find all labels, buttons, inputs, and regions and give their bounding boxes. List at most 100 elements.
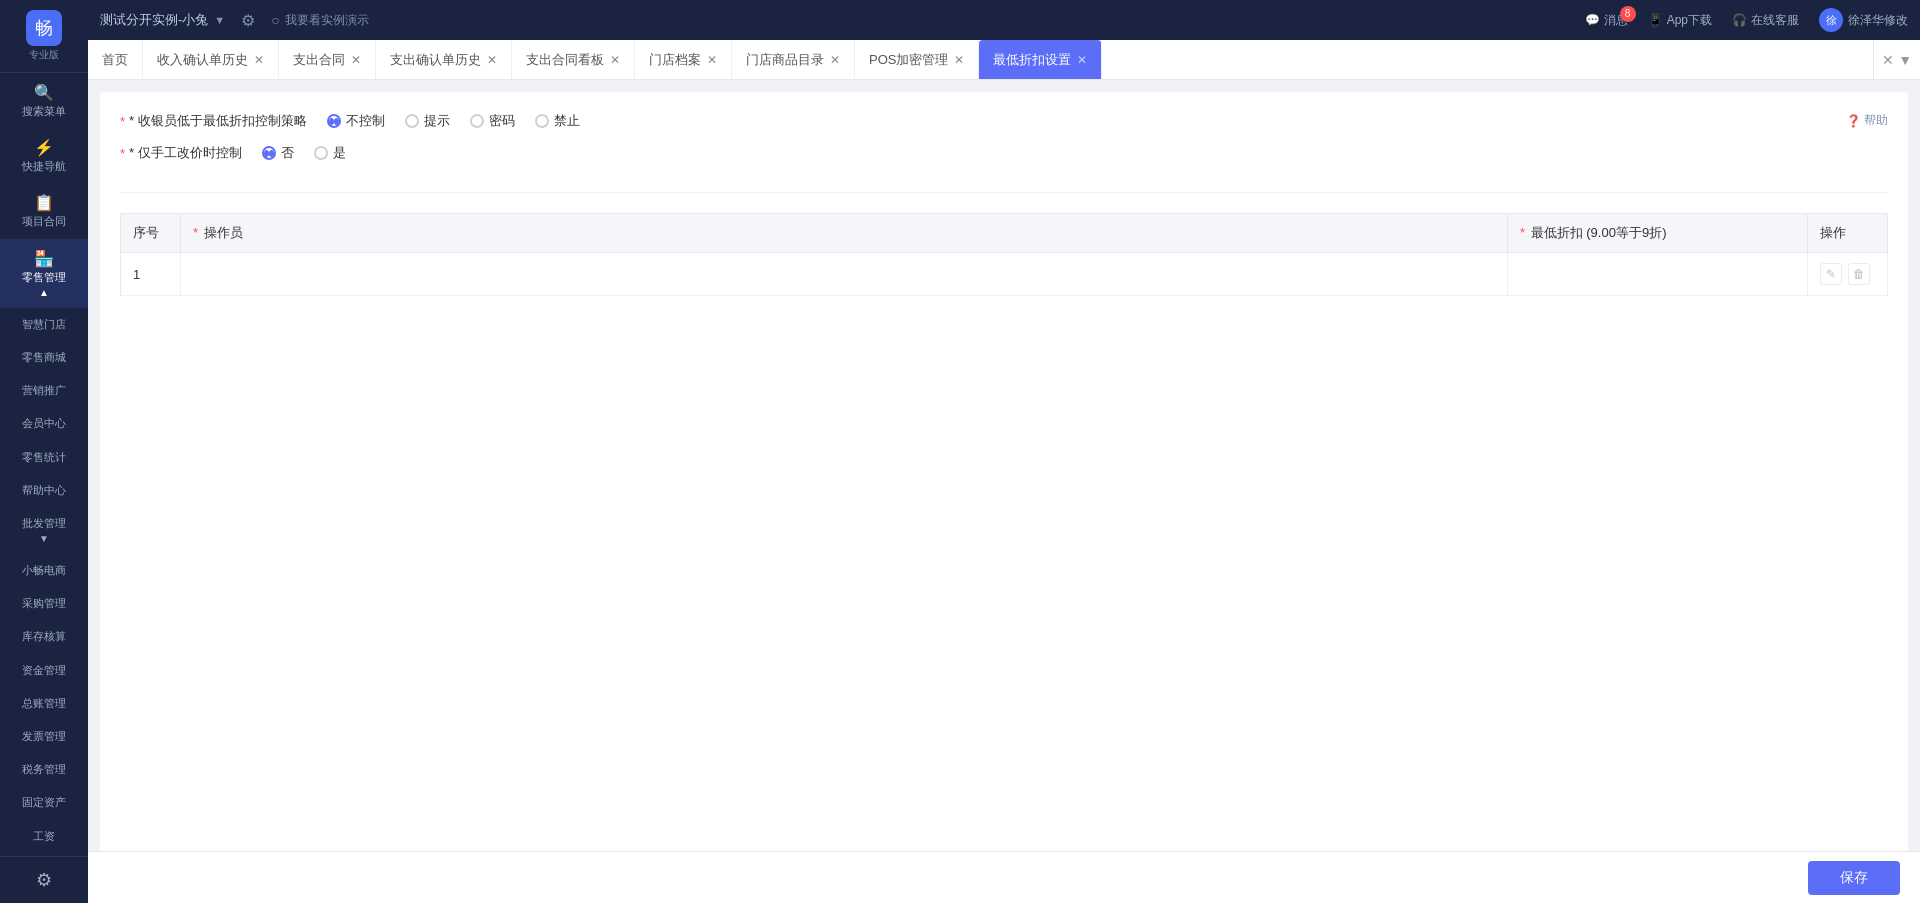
tab-min-discount-close[interactable]: ✕ bbox=[1077, 53, 1087, 67]
retail-mgmt-icon: 🏪 bbox=[34, 249, 54, 268]
online-service-button[interactable]: 🎧 在线客服 bbox=[1732, 12, 1799, 29]
project-selector[interactable]: 测试分开实例-小兔 ▼ bbox=[100, 11, 225, 29]
tabs-bar: 首页 收入确认单历史 ✕ 支出合同 ✕ 支出确认单历史 ✕ 支出合同看板 ✕ 门… bbox=[88, 40, 1920, 80]
tab-payment-board-close[interactable]: ✕ bbox=[610, 53, 620, 67]
manual-price-radio-group: 否 是 bbox=[262, 144, 346, 162]
tab-pos-password[interactable]: POS加密管理 ✕ bbox=[855, 40, 979, 80]
page-card: ❓ 帮助 * * 收银员低于最低折扣控制策略 不控制 bbox=[100, 92, 1908, 855]
tab-income-history-label: 收入确认单历史 bbox=[157, 51, 248, 69]
messages-badge: 8 bbox=[1620, 6, 1636, 22]
tab-store-archive[interactable]: 门店档案 ✕ bbox=[635, 40, 732, 80]
sidebar-item-retail-mgmt[interactable]: 🏪 零售管理 ▲ bbox=[0, 239, 88, 308]
tab-income-history-close[interactable]: ✕ bbox=[254, 53, 264, 67]
manual-price-row: * * 仅手工改价时控制 否 是 bbox=[120, 144, 1888, 162]
online-service-label: 在线客服 bbox=[1751, 12, 1799, 29]
col-header-seq: 序号 bbox=[121, 214, 181, 253]
radio-password[interactable]: 密码 bbox=[470, 112, 515, 130]
sidebar-item-invoice-mgmt[interactable]: 发票管理 bbox=[0, 720, 88, 753]
sidebar-item-ecommerce[interactable]: 小畅电商 bbox=[0, 554, 88, 587]
sidebar-item-label-wholesale: 批发管理 bbox=[22, 517, 66, 530]
help-label: 帮助 bbox=[1864, 112, 1888, 129]
sidebar-item-label-finance: 资金管理 bbox=[22, 664, 66, 677]
sidebar-item-marketing[interactable]: 营销推广 bbox=[0, 374, 88, 407]
tab-pos-password-close[interactable]: ✕ bbox=[954, 53, 964, 67]
tab-min-discount-label: 最低折扣设置 bbox=[993, 51, 1071, 69]
radio-hint-circle bbox=[405, 114, 419, 128]
tab-store-goods-close[interactable]: ✕ bbox=[830, 53, 840, 67]
sidebar-item-wholesale-mgmt[interactable]: 批发管理 ▼ bbox=[0, 507, 88, 554]
tab-list-icon[interactable]: ▼ bbox=[1898, 52, 1912, 68]
radio-manual-no[interactable]: 否 bbox=[262, 144, 294, 162]
tab-income-history[interactable]: 收入确认单历史 ✕ bbox=[143, 40, 279, 80]
settings-icon[interactable]: ⚙ bbox=[36, 869, 52, 891]
content-area: ❓ 帮助 * * 收银员低于最低折扣控制策略 不控制 bbox=[88, 80, 1920, 903]
sidebar-item-accounting[interactable]: 总账管理 bbox=[0, 687, 88, 720]
sidebar-item-label-tax: 税务管理 bbox=[22, 763, 66, 776]
help-button[interactable]: ❓ 帮助 bbox=[1846, 112, 1888, 129]
tab-min-discount[interactable]: 最低折扣设置 ✕ bbox=[979, 40, 1102, 80]
tab-payment-contract[interactable]: 支出合同 ✕ bbox=[279, 40, 376, 80]
avatar: 徐 bbox=[1819, 8, 1843, 32]
app-download-button[interactable]: 📱 App下载 bbox=[1648, 12, 1712, 29]
messages-button[interactable]: 💬 消息 8 bbox=[1585, 12, 1628, 29]
sidebar-item-finance[interactable]: 资金管理 bbox=[0, 654, 88, 687]
sidebar-item-label-accounting: 总账管理 bbox=[22, 697, 66, 710]
demo-link[interactable]: ○ 我要看实例演示 bbox=[271, 12, 368, 29]
tab-payment-board-label: 支出合同看板 bbox=[526, 51, 604, 69]
radio-no-control[interactable]: 不控制 bbox=[327, 112, 385, 130]
col-discount-required: * bbox=[1520, 225, 1529, 240]
radio-manual-yes[interactable]: 是 bbox=[314, 144, 346, 162]
sidebar-item-label-retail-stats: 零售统计 bbox=[22, 451, 66, 464]
tabs-controls: ✕ ▼ bbox=[1873, 40, 1920, 80]
tab-payment-contract-close[interactable]: ✕ bbox=[351, 53, 361, 67]
table-body: 1 ✎ 🗑 bbox=[121, 253, 1888, 296]
app-download-label: App下载 bbox=[1667, 12, 1712, 29]
tab-store-goods[interactable]: 门店商品目录 ✕ bbox=[732, 40, 855, 80]
quicknav-icon: ⚡ bbox=[34, 138, 54, 157]
form-section: * * 收银员低于最低折扣控制策略 不控制 提示 bbox=[120, 112, 1888, 193]
radio-manual-yes-circle bbox=[314, 146, 328, 160]
discount-policy-radio-group: 不控制 提示 密码 禁止 bbox=[327, 112, 580, 130]
delete-button-1[interactable]: 🗑 bbox=[1848, 263, 1870, 285]
sidebar-item-retail-mall[interactable]: 零售商城 bbox=[0, 341, 88, 374]
sidebar-item-label-retail-mall: 零售商城 bbox=[22, 351, 66, 364]
tab-store-archive-label: 门店档案 bbox=[649, 51, 701, 69]
save-button[interactable]: 保存 bbox=[1808, 861, 1900, 895]
sidebar-item-search[interactable]: 🔍 搜索菜单 bbox=[0, 73, 88, 128]
user-menu[interactable]: 徐 徐泽华修改 bbox=[1819, 8, 1908, 32]
download-icon: 📱 bbox=[1648, 13, 1663, 27]
tab-home[interactable]: 首页 bbox=[88, 40, 143, 80]
sidebar-item-help-center[interactable]: 帮助中心 bbox=[0, 474, 88, 507]
demo-icon: ○ bbox=[271, 12, 279, 28]
sidebar-item-purchase-mgmt[interactable]: 采购管理 bbox=[0, 587, 88, 620]
sidebar-item-retail-stats[interactable]: 零售统计 bbox=[0, 441, 88, 474]
sidebar-item-label-search: 搜索菜单 bbox=[22, 105, 66, 118]
topbar: 测试分开实例-小兔 ▼ ⚙ ○ 我要看实例演示 💬 消息 8 📱 App下载 🎧… bbox=[88, 0, 1920, 40]
sidebar-item-fixed-assets[interactable]: 固定资产 bbox=[0, 786, 88, 819]
radio-hint[interactable]: 提示 bbox=[405, 112, 450, 130]
sidebar-item-label-purchase: 采购管理 bbox=[22, 597, 66, 610]
tab-payment-board[interactable]: 支出合同看板 ✕ bbox=[512, 40, 635, 80]
sidebar-item-tax-mgmt[interactable]: 税务管理 bbox=[0, 753, 88, 786]
service-icon: 🎧 bbox=[1732, 13, 1747, 27]
tab-payment-history-close[interactable]: ✕ bbox=[487, 53, 497, 67]
sidebar-item-inventory[interactable]: 库存核算 bbox=[0, 620, 88, 653]
message-icon: 💬 bbox=[1585, 13, 1600, 27]
sidebar-item-project-contract[interactable]: 📋 项目合同 bbox=[0, 183, 88, 238]
sidebar-item-label-quicknav: 快捷导航 bbox=[22, 160, 66, 173]
edit-button-1[interactable]: ✎ bbox=[1820, 263, 1842, 285]
project-name: 测试分开实例-小兔 bbox=[100, 11, 208, 29]
action-buttons-1: ✎ 🗑 bbox=[1820, 263, 1875, 285]
sidebar-item-quicknav[interactable]: ⚡ 快捷导航 bbox=[0, 128, 88, 183]
topbar-settings-button[interactable]: ⚙ bbox=[241, 11, 255, 30]
tab-pos-password-label: POS加密管理 bbox=[869, 51, 948, 69]
tab-payment-history[interactable]: 支出确认单历史 ✕ bbox=[376, 40, 512, 80]
sidebar-item-member-center[interactable]: 会员中心 bbox=[0, 407, 88, 440]
sidebar-item-payroll[interactable]: 工资 bbox=[0, 820, 88, 853]
chevron-down-icon: ▲ bbox=[39, 287, 49, 298]
tab-close-all-icon[interactable]: ✕ bbox=[1882, 52, 1894, 68]
tab-store-archive-close[interactable]: ✕ bbox=[707, 53, 717, 67]
radio-forbid[interactable]: 禁止 bbox=[535, 112, 580, 130]
cell-operator-1 bbox=[181, 253, 1508, 296]
sidebar-item-smart-store[interactable]: 智慧门店 bbox=[0, 308, 88, 341]
